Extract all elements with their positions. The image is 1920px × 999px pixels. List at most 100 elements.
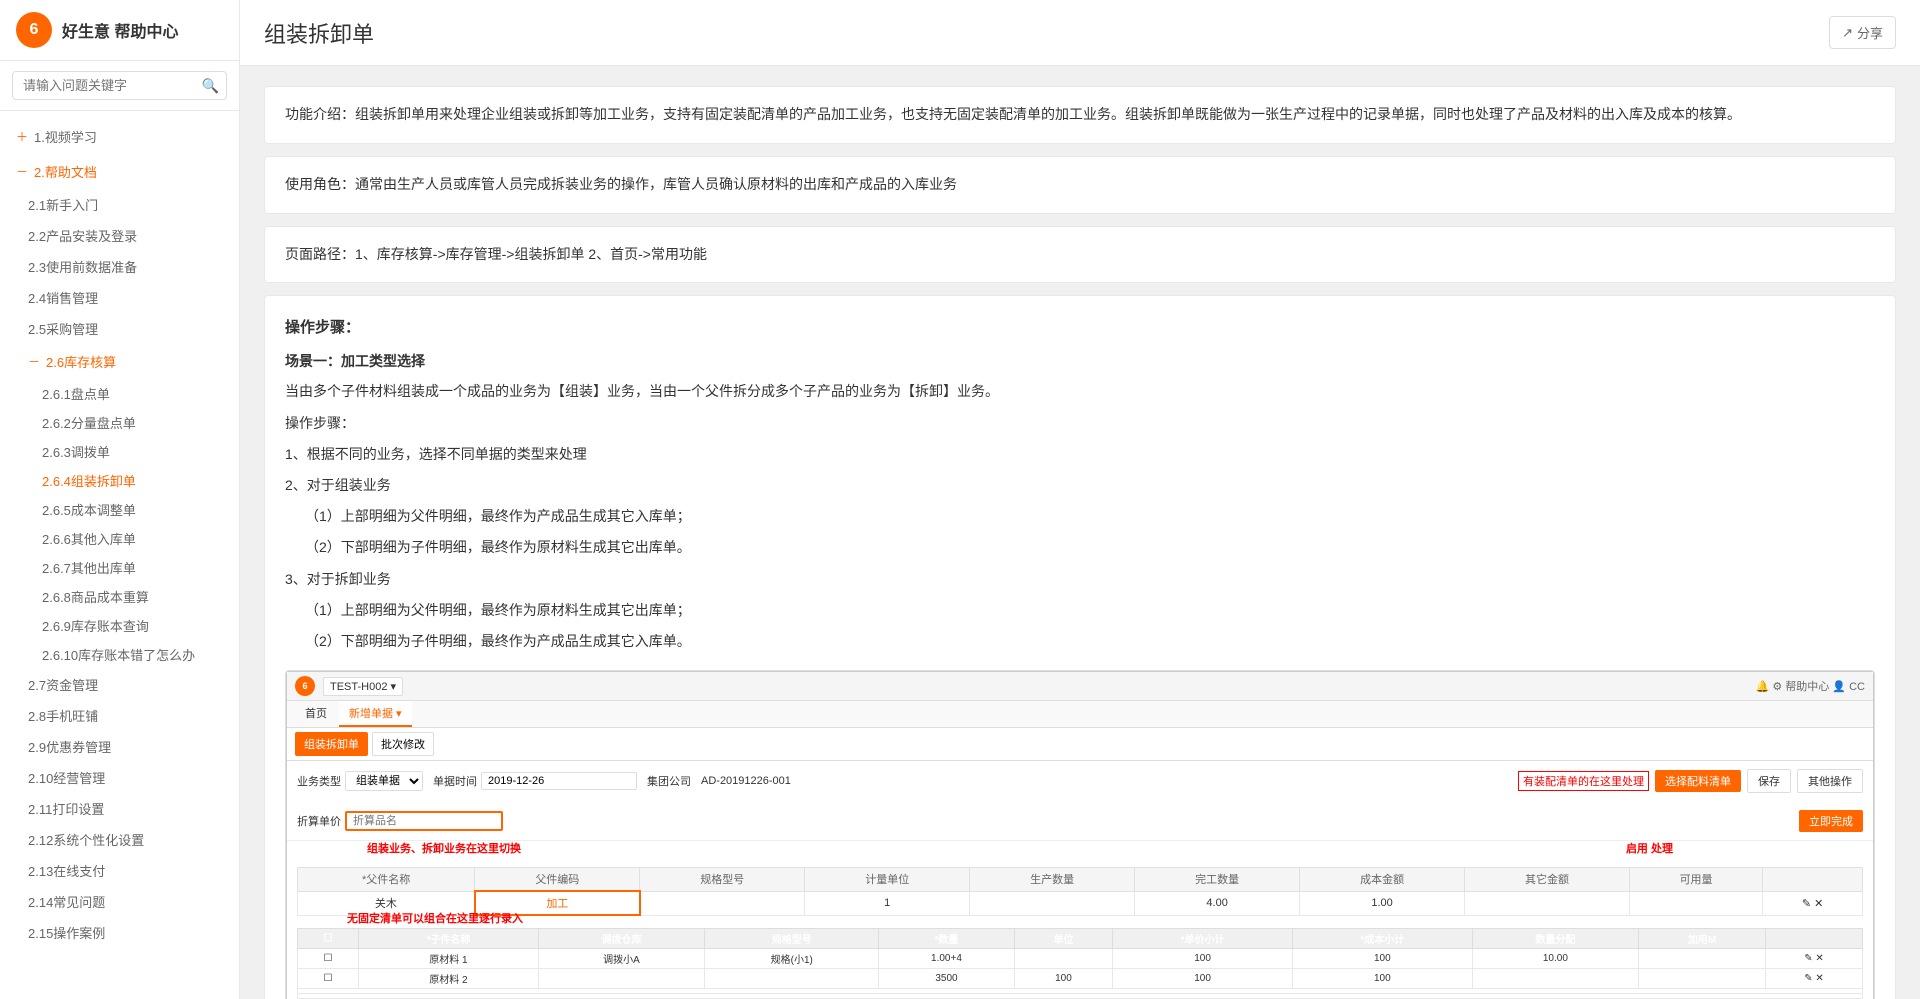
sidebar-item-2-15[interactable]: 2.15操作案例 <box>28 917 239 948</box>
form-field-orderno: AD-20191226-001 <box>701 775 791 787</box>
sub-col-unit-price: *单价小计 <box>1113 929 1293 949</box>
sub-cell-check-2: ☐ <box>298 969 359 989</box>
minus-icon: － <box>16 163 28 180</box>
intro-box: 功能介绍：组装拆卸单用来处理企业组装或拆卸等加工业务，支持有固定装配清单的产品加… <box>264 86 1896 144</box>
scene1-desc: 当由多个子件材料组装成一个成品的业务为【组装】业务，当由一个父件拆分成多个子产品… <box>285 379 1875 404</box>
sub-cell-name-2: 原材料 2 <box>359 969 539 989</box>
btn-confirm[interactable]: 立即完成 <box>1799 810 1863 832</box>
form-label-type: 业务类型 <box>297 773 341 789</box>
sidebar-item-2-8[interactable]: 2.8手机旺铺 <box>28 700 239 731</box>
sidebar-item-2-11[interactable]: 2.11打印设置 <box>28 793 239 824</box>
sidebar-item-2-6-1[interactable]: 2.6.1盘点单 <box>42 379 239 408</box>
sidebar-item-2-12[interactable]: 2.12系统个性化设置 <box>28 824 239 855</box>
sidebar-item-2-13[interactable]: 2.13在线支付 <box>28 855 239 886</box>
sidebar-item-2-9[interactable]: 2.9优惠券管理 <box>28 731 239 762</box>
sub-col-check: ☐ <box>298 929 359 949</box>
path-text: 页面路径：1、库存核算->库存管理->组装拆卸单 2、首页->常用功能 <box>285 243 1875 267</box>
sidebar-item-2-6-2[interactable]: 2.6.2分量盘点单 <box>42 408 239 437</box>
step2: 2、对于组装业务 <box>285 473 1875 498</box>
steps-intro: 操作步骤： <box>285 411 1875 436</box>
annotation-table-text: 无固定清单可以组合在这里逐行录入 <box>347 913 523 925</box>
sidebar-item-2-6[interactable]: － 2.6库存核算 <box>28 344 239 379</box>
sidebar-item-2-5[interactable]: 2.5采购管理 <box>28 313 239 344</box>
sidebar-item-2-6-4[interactable]: 2.6.4组装拆卸单 <box>42 466 239 495</box>
cell-action: ✎ ✕ <box>1763 891 1863 915</box>
table-row: 关木 加工 1 4.00 1.00 ✎ ✕ <box>298 891 1863 915</box>
cell-cost: 1.00 <box>1300 891 1465 915</box>
form-input-date[interactable] <box>481 772 637 790</box>
btn-select-config[interactable]: 选择配料清单 <box>1655 770 1741 792</box>
app-tab-assembly[interactable]: 新增单据 ▾ <box>339 701 412 727</box>
sidebar-item-2-6-7[interactable]: 2.6.7其他出库单 <box>42 553 239 582</box>
col-cost: 成本金额 <box>1300 868 1465 892</box>
sidebar-item-2-1[interactable]: 2.1新手入门 <box>28 189 239 220</box>
form-right-area: 有装配清单的在这里处理 选择配料清单 保存 其他操作 <box>1518 769 1863 793</box>
sidebar-item-2-3[interactable]: 2.3使用前数据准备 <box>28 251 239 282</box>
search-input[interactable] <box>12 71 227 100</box>
form-input-cost[interactable] <box>345 811 503 831</box>
app-tab-home[interactable]: 首页 <box>295 701 337 727</box>
sidebar-item-docs-label: 2.帮助文档 <box>34 162 97 181</box>
main-table: *父件名称 父件编码 规格型号 计量单位 生产数量 完工数量 成本金额 其它金额… <box>297 867 1863 916</box>
sub-table-area: 无固定清单可以组合在这里逐行录入 ☐ *子件名称 调拨仓库 规格型号 *数量 <box>287 922 1873 999</box>
search-icon[interactable]: 🔍 <box>202 77 219 94</box>
form-field-date: 单据时间 <box>433 772 637 790</box>
sub-cell-extra-2 <box>1639 969 1766 989</box>
sidebar-item-2-6-6[interactable]: 2.6.6其他入库单 <box>42 524 239 553</box>
sub-cell-cost-1: 100 <box>1292 949 1472 969</box>
sidebar-item-2-6-5[interactable]: 2.6.5成本调整单 <box>42 495 239 524</box>
brand-name: 好生意 帮助中心 <box>62 18 178 42</box>
sub-cell-qty-1: 1.00+4 <box>879 949 1014 969</box>
sidebar-item-2-6-3[interactable]: 2.6.3调拨单 <box>42 437 239 466</box>
col-available: 可用量 <box>1630 868 1763 892</box>
sidebar-item-2-4[interactable]: 2.4销售管理 <box>28 282 239 313</box>
cell-available <box>1630 891 1763 915</box>
sub-table-row-1: ☐ 原材料 1 调拨小A 规格(小1) 1.00+4 100 100 10.00 <box>298 949 1863 969</box>
sub-cell-action-1: ✎ ✕ <box>1765 949 1862 969</box>
sidebar: 6 好生意 帮助中心 🔍 ＋ 1.视频学习 － 2.帮助文档 2.1新手入门 2… <box>0 0 240 999</box>
sub-cell-action-2: ✎ ✕ <box>1765 969 1862 989</box>
form-label-date: 单据时间 <box>433 773 477 789</box>
sub-cell-wh-2 <box>538 969 704 989</box>
sidebar-item-2-7[interactable]: 2.7资金管理 <box>28 669 239 700</box>
share-button[interactable]: ↗ 分享 <box>1829 16 1896 49</box>
step2-sub2: （2）下部明细为子件明细，最终作为原材料生成其它出库单。 <box>285 535 1875 560</box>
sidebar-header: 6 好生意 帮助中心 <box>0 0 239 61</box>
steps-section: 操作步骤： 场景一：加工类型选择 当由多个子件材料组装成一个成品的业务为【组装】… <box>264 295 1896 999</box>
app-form-bar: 业务类型 组装单据 拆卸单据 单据时间 集团公司 <box>287 761 1873 841</box>
sidebar-item-2-2[interactable]: 2.2产品安装及登录 <box>28 220 239 251</box>
app-screenshot-wrapper: 6 TEST-H002 ▾ 🔔 ⚙ 帮助中心 👤 CC 首页 新增单据 ▾ 组装… <box>285 670 1875 999</box>
annotation-table-label: 无固定清单可以组合在这里逐行录入 <box>347 910 523 926</box>
sidebar-item-2-6-10[interactable]: 2.6.10库存账本错了怎么办 <box>42 640 239 669</box>
btn-cancel[interactable]: 其他操作 <box>1797 769 1863 793</box>
app-company-selector[interactable]: TEST-H002 ▾ <box>323 677 403 696</box>
form-select-type[interactable]: 组装单据 拆卸单据 <box>345 771 423 791</box>
sidebar-item-2-14[interactable]: 2.14常见问题 <box>28 886 239 917</box>
btn-save[interactable]: 保存 <box>1747 769 1791 793</box>
app-tab-bar: 首页 新增单据 ▾ <box>287 701 1873 728</box>
app-btn-assembly[interactable]: 组装拆卸单 <box>295 732 368 756</box>
role-text: 使用角色：通常由生产人员或库管人员完成拆装业务的操作，库管人员确认原材料的出库和… <box>285 173 1875 197</box>
app-logo-icon: 6 <box>295 676 315 696</box>
sidebar-item-docs[interactable]: － 2.帮助文档 <box>0 154 239 189</box>
intro-text: 功能介绍：组装拆卸单用来处理企业组装或拆卸等加工业务，支持有固定装配清单的产品加… <box>285 103 1875 127</box>
steps-main-title: 操作步骤： <box>285 316 1875 337</box>
step1: 1、根据不同的业务，选择不同单据的类型来处理 <box>285 442 1875 467</box>
sub-cell-alloc-1: 10.00 <box>1472 949 1638 969</box>
nav-section-2: － 2.帮助文档 2.1新手入门 2.2产品安装及登录 2.3使用前数据准备 2… <box>0 154 239 948</box>
sidebar-item-videos[interactable]: ＋ 1.视频学习 <box>0 119 239 154</box>
app-btn-add[interactable]: 批次修改 <box>372 732 434 756</box>
sidebar-item-2-10[interactable]: 2.10经营管理 <box>28 762 239 793</box>
sidebar-item-2-6-9[interactable]: 2.6.9库存账本查询 <box>42 611 239 640</box>
col-done-qty: 完工数量 <box>1135 868 1300 892</box>
step3-sub2: （2）下部明细为子件明细，最终作为产成品生成其它入库单。 <box>285 629 1875 654</box>
sidebar-item-2-6-label: 2.6库存核算 <box>46 352 116 371</box>
logo-icon: 6 <box>16 12 52 48</box>
sub-col-sub-actions <box>1765 929 1862 949</box>
scene1-title: 场景一：加工类型选择 <box>285 351 1875 371</box>
sub-cell-uprice-2: 100 <box>1113 969 1293 989</box>
minus-icon-2-6: － <box>28 353 40 370</box>
cell-other <box>1465 891 1630 915</box>
sub-cell-alloc-2 <box>1472 969 1638 989</box>
sidebar-item-2-6-8[interactable]: 2.6.8商品成本重算 <box>42 582 239 611</box>
